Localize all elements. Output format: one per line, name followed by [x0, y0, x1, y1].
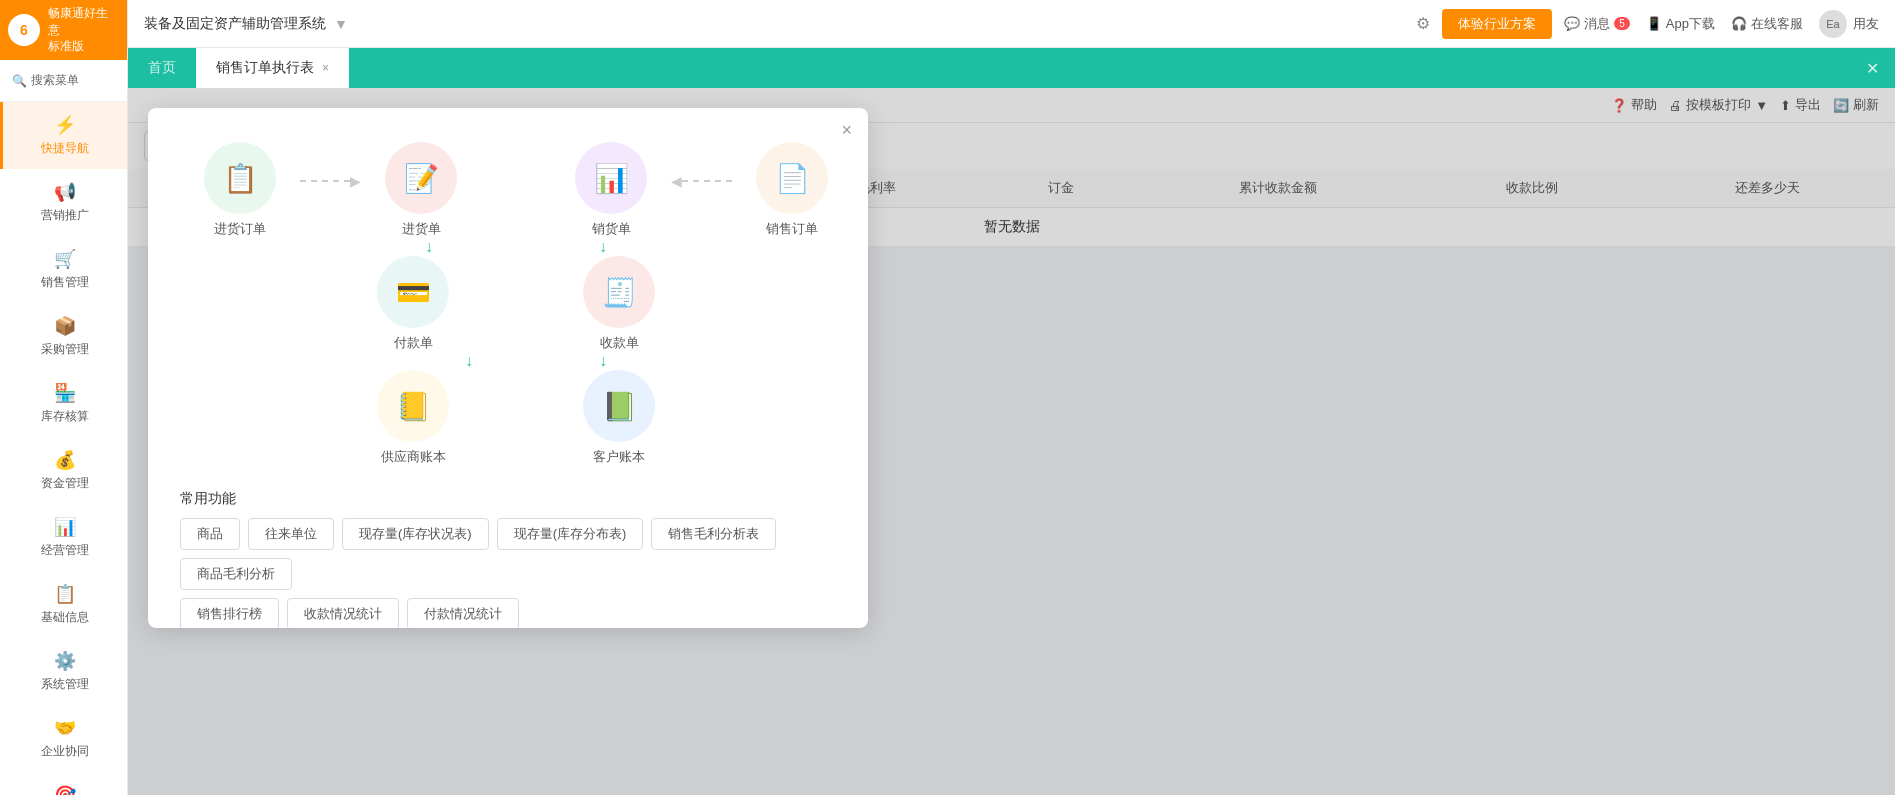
finance-icon: 💰: [54, 449, 76, 471]
flow-node-payment-bill: 💳 付款单: [353, 256, 473, 352]
func-btn-stock-dist[interactable]: 现存量(库存分布表): [497, 518, 644, 550]
operation-icon: 📊: [54, 516, 76, 538]
avatar: Ea: [1819, 10, 1847, 38]
message-badge: 5: [1614, 17, 1630, 30]
purchase-order-label: 进货订单: [214, 220, 266, 238]
func-btn-sales-rank[interactable]: 销售排行榜: [180, 598, 279, 628]
tab-sales-order-exec[interactable]: 销售订单执行表 ×: [196, 48, 349, 88]
receipt-bill-label: 收款单: [600, 334, 639, 352]
content-area: ❓ 帮助 🖨 按模板打印 ▼ ⬆ 导出 🔄 刷新: [128, 88, 1895, 795]
func-btn-receipt-stats[interactable]: 收款情况统计: [287, 598, 399, 628]
func-btn-stock-status[interactable]: 现存量(库存状况表): [342, 518, 489, 550]
purchase-bill-icon: 📝: [385, 142, 457, 214]
close-all-tabs-button[interactable]: ✕: [1850, 59, 1895, 78]
app-download-action[interactable]: 📱 App下载: [1646, 15, 1715, 33]
sales-bill-icon: 📊: [575, 142, 647, 214]
sidebar-item-basic-info[interactable]: 📋 基础信息: [0, 571, 127, 638]
sidebar-item-purchase[interactable]: 📦 采购管理: [0, 303, 127, 370]
chevron-down-icon: ▼: [334, 16, 348, 32]
sales-order-label: 销售订单: [766, 220, 818, 238]
headset-icon: 🎧: [1731, 16, 1747, 31]
sidebar-nav: ⚡ 快捷导航 📢 营销推广 🛒 销售管理 📦 采购管理 🏪 库存核算 💰: [0, 102, 127, 795]
sales-bill-label: 销货单: [592, 220, 631, 238]
cooperation-icon: 🤝: [54, 717, 76, 739]
flow-node-sales-order: 📄 销售订单: [732, 142, 852, 238]
func-btn-product[interactable]: 商品: [180, 518, 240, 550]
basic-info-icon: 📋: [54, 583, 76, 605]
common-funcs-title: 常用功能: [180, 490, 836, 508]
common-funcs-section: 常用功能 商品 往来单位 现存量(库存状况表) 现存量(库存分布表) 销售毛利分…: [180, 490, 836, 628]
sidebar-item-system[interactable]: ⚙️ 系统管理: [0, 638, 127, 705]
func-btn-partners[interactable]: 往来单位: [248, 518, 334, 550]
sidebar: 6 畅康通好生意 标准版 🔍 搜索菜单 ⚡ 快捷导航 📢 营销推广 🛒: [0, 0, 128, 795]
search-icon: 🔍: [12, 74, 27, 88]
receipt-bill-icon: 🧾: [583, 256, 655, 328]
experience-plan-button[interactable]: 体验行业方案: [1442, 9, 1552, 39]
logo-icon: 6: [8, 14, 40, 46]
quick-guide-modal: × 📋 进货订单: [148, 108, 868, 628]
message-icon: 💬: [1564, 16, 1580, 31]
purchase-bill-label: 进货单: [402, 220, 441, 238]
supplier-account-icon: 📒: [377, 370, 449, 442]
message-action[interactable]: 💬 消息 5: [1564, 15, 1630, 33]
topbar-title: 装备及固定资产辅助管理系统 ▼: [144, 15, 1404, 33]
sidebar-item-quick-guide[interactable]: ⚡ 快捷导航: [0, 102, 127, 169]
inventory-icon: 🏪: [54, 382, 76, 404]
online-service-action[interactable]: 🎧 在线客服: [1731, 15, 1803, 33]
logo-text: 畅康通好生意 标准版: [48, 5, 119, 55]
flow-node-supplier-account: 📒 供应商账本: [353, 370, 473, 466]
system-icon: ⚙️: [54, 650, 76, 672]
modal-overlay: × 📋 进货订单: [128, 88, 1895, 795]
modal-close-button[interactable]: ×: [841, 120, 852, 141]
purchase-order-icon: 📋: [204, 142, 276, 214]
sidebar-item-sales[interactable]: 🛒 销售管理: [0, 236, 127, 303]
func-buttons-row1: 商品 往来单位 现存量(库存状况表) 现存量(库存分布表) 销售毛利分析表 商品…: [180, 518, 836, 590]
flow-node-customer-account: 📗 客户账本: [559, 370, 679, 466]
sidebar-item-cooperation[interactable]: 🤝 企业协同: [0, 705, 127, 772]
sales-order-icon: 📄: [756, 142, 828, 214]
supplier-account-label: 供应商账本: [381, 448, 446, 466]
sidebar-item-marketing[interactable]: 📢 营销推广: [0, 169, 127, 236]
func-btn-sales-margin[interactable]: 销售毛利分析表: [651, 518, 776, 550]
flow-node-sales-bill: 📊 销货单: [551, 142, 671, 238]
topbar-actions: 💬 消息 5 📱 App下载 🎧 在线客服 Ea 用友: [1564, 10, 1879, 38]
settings-gear-icon[interactable]: ⚙: [1416, 14, 1430, 33]
sidebar-item-inventory[interactable]: 🏪 库存核算: [0, 370, 127, 437]
topbar: 装备及固定资产辅助管理系统 ▼ ⚙ 体验行业方案 💬 消息 5 📱 App下载 …: [128, 0, 1895, 48]
main-area: 装备及固定资产辅助管理系统 ▼ ⚙ 体验行业方案 💬 消息 5 📱 App下载 …: [128, 0, 1895, 795]
newbie-icon: 🎯: [54, 784, 76, 795]
flow-node-purchase-bill: 📝 进货单: [361, 142, 481, 238]
func-buttons-row2: 销售排行榜 收款情况统计 付款情况统计: [180, 598, 836, 628]
func-btn-payment-stats[interactable]: 付款情况统计: [407, 598, 519, 628]
customer-account-label: 客户账本: [593, 448, 645, 466]
sales-icon: 🛒: [54, 248, 76, 270]
flow-node-receipt-bill: 🧾 收款单: [559, 256, 679, 352]
user-section[interactable]: Ea 用友: [1819, 10, 1879, 38]
marketing-icon: 📢: [54, 181, 76, 203]
search-menu-button[interactable]: 🔍 搜索菜单: [8, 68, 119, 93]
sidebar-item-operation[interactable]: 📊 经营管理: [0, 504, 127, 571]
tab-close-icon[interactable]: ×: [322, 61, 329, 75]
purchase-icon: 📦: [54, 315, 76, 337]
sidebar-search-area: 🔍 搜索菜单: [0, 60, 127, 102]
quick-guide-icon: ⚡: [54, 114, 76, 136]
flow-node-purchase-order: 📋 进货订单: [180, 142, 300, 238]
sidebar-logo: 6 畅康通好生意 标准版: [0, 0, 127, 60]
sidebar-item-newbie[interactable]: 🎯 新手引导: [0, 772, 127, 795]
customer-account-icon: 📗: [583, 370, 655, 442]
func-btn-product-margin[interactable]: 商品毛利分析: [180, 558, 292, 590]
sidebar-item-finance[interactable]: 💰 资金管理: [0, 437, 127, 504]
payment-bill-icon: 💳: [377, 256, 449, 328]
payment-bill-label: 付款单: [394, 334, 433, 352]
tab-home[interactable]: 首页: [128, 48, 196, 88]
tabs-bar: 首页 销售订单执行表 × ✕: [128, 48, 1895, 88]
phone-icon: 📱: [1646, 16, 1662, 31]
